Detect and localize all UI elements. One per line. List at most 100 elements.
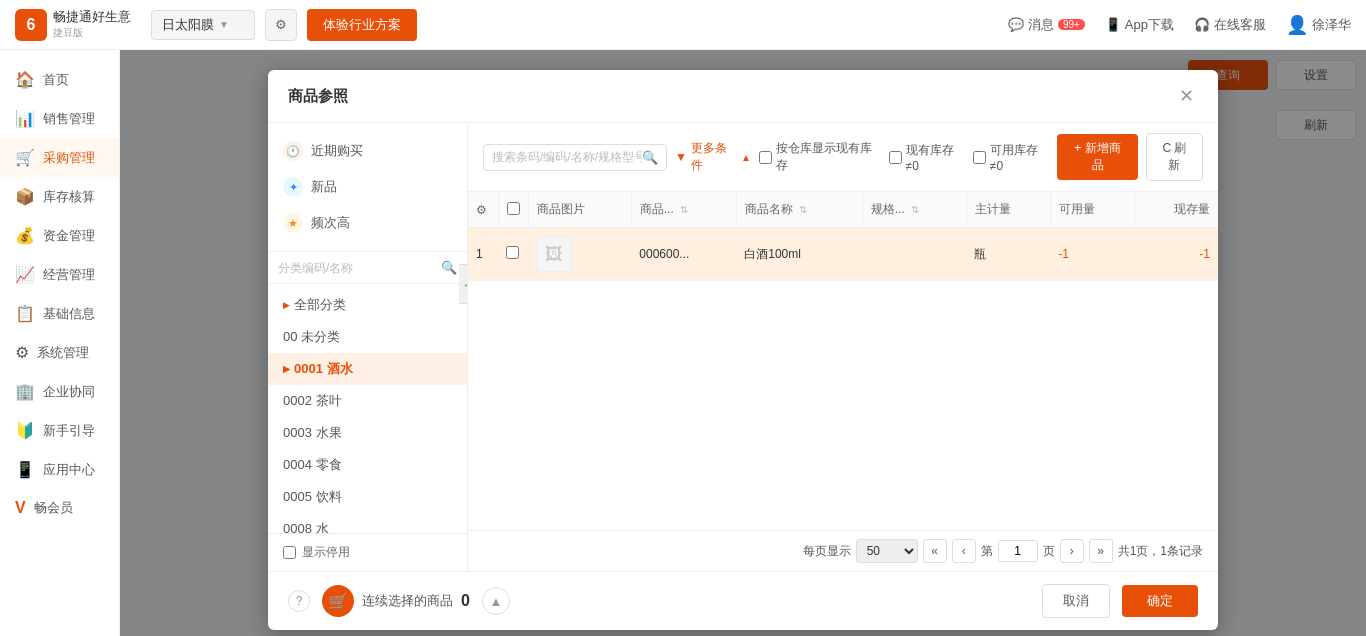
- sidebar: 🏠 首页 📊 销售管理 🛒 采购管理 📦 库存核算 💰 资金管理 📈 经营管理 …: [0, 50, 120, 636]
- category-tea[interactable]: 0002 茶叶: [268, 385, 467, 417]
- category-beverage[interactable]: 0005 饮料: [268, 481, 467, 513]
- new-icon: ✦: [283, 177, 303, 197]
- logo-icon: 6: [15, 9, 47, 41]
- quick-item-frequent[interactable]: ★ 频次高: [268, 205, 467, 241]
- table-row[interactable]: 1 🖼 000600... 白酒100ml: [468, 228, 1218, 281]
- available-nonzero-label: 可用库存≠0: [990, 142, 1049, 173]
- settings-button[interactable]: ⚙: [265, 9, 297, 41]
- message-button[interactable]: 💬 消息 99+: [1008, 16, 1085, 34]
- pagination: 每页显示 50 « ‹ 第 页 › » 共1页，1条记录: [468, 530, 1218, 571]
- category-fruit[interactable]: 0003 水果: [268, 417, 467, 449]
- refresh-button[interactable]: C 刷新: [1146, 133, 1203, 181]
- quick-item-new[interactable]: ✦ 新品: [268, 169, 467, 205]
- nav-right: 💬 消息 99+ 📱 App下载 🎧 在线客服 👤 徐泽华: [1008, 14, 1351, 36]
- show-disabled-checkbox[interactable]: [283, 546, 296, 559]
- category-water[interactable]: 0008 水: [268, 513, 467, 533]
- col-stock[interactable]: 现存量: [1135, 192, 1218, 228]
- stock-nonzero-checkbox[interactable]: [889, 151, 902, 164]
- category-list: 全部分类 00 未分类 0001 酒水 0002 茶叶: [268, 284, 467, 533]
- sort-code-icon[interactable]: ⇅: [680, 204, 688, 215]
- row-stock: -1: [1135, 228, 1218, 281]
- sidebar-label-apps: 应用中心: [43, 461, 95, 479]
- modal-footer: ? 🛒 连续选择的商品 0 ▲ 取消 确定: [268, 571, 1218, 630]
- modal-overlay: 商品参照 ✕ 🕐 近期购买 ✦ 新: [120, 50, 1366, 636]
- trial-button[interactable]: 体验行业方案: [307, 9, 417, 41]
- show-disabled-row: 显示停用: [268, 533, 467, 571]
- sidebar-item-finance[interactable]: 💰 资金管理: [0, 216, 119, 255]
- category-liquor[interactable]: 0001 酒水: [268, 353, 467, 385]
- member-icon: V: [15, 499, 26, 517]
- home-icon: 🏠: [15, 70, 35, 89]
- col-code[interactable]: 商品... ⇅: [631, 192, 736, 228]
- modal-search-bar: 🔍 ▼ 更多条件 ▲ 按仓库显示现有库存: [468, 123, 1218, 192]
- modal-left-panel: 🕐 近期购买 ✦ 新品 ★ 频次高: [268, 123, 468, 571]
- modal-close-button[interactable]: ✕: [1174, 84, 1198, 108]
- category-snacks[interactable]: 0004 零食: [268, 449, 467, 481]
- cart-icon[interactable]: 🛒: [322, 585, 354, 617]
- sidebar-item-home[interactable]: 🏠 首页: [0, 60, 119, 99]
- row-num: 1: [468, 228, 498, 281]
- prev-page-button[interactable]: ‹: [952, 539, 976, 563]
- col-available[interactable]: 可用量: [1050, 192, 1134, 228]
- confirm-button[interactable]: 确定: [1122, 585, 1198, 617]
- category-all[interactable]: 全部分类: [268, 289, 467, 321]
- sidebar-item-guide[interactable]: 🔰 新手引导: [0, 411, 119, 450]
- collapse-panel-button[interactable]: ◀: [459, 264, 468, 304]
- online-service-label: 在线客服: [1214, 16, 1266, 34]
- quick-label-recent: 近期购买: [311, 142, 363, 160]
- sort-name-icon[interactable]: ⇅: [799, 204, 807, 215]
- sidebar-label-member: 畅会员: [34, 499, 73, 517]
- sidebar-item-operations[interactable]: 📈 经营管理: [0, 255, 119, 294]
- row-checkbox[interactable]: [498, 228, 528, 281]
- select-all-checkbox[interactable]: [507, 202, 520, 215]
- message-badge: 99+: [1058, 19, 1085, 30]
- online-service-button[interactable]: 🎧 在线客服: [1194, 16, 1266, 34]
- quick-item-recent[interactable]: 🕐 近期购买: [268, 133, 467, 169]
- operations-icon: 📈: [15, 265, 35, 284]
- sidebar-item-sales[interactable]: 📊 销售管理: [0, 99, 119, 138]
- sidebar-item-enterprise[interactable]: 🏢 企业协同: [0, 372, 119, 411]
- last-page-button[interactable]: »: [1089, 539, 1113, 563]
- sort-spec-icon[interactable]: ⇅: [911, 204, 919, 215]
- cancel-button[interactable]: 取消: [1042, 584, 1110, 618]
- category-beverage-label: 0005 饮料: [283, 488, 342, 506]
- sidebar-item-inventory[interactable]: 📦 库存核算: [0, 177, 119, 216]
- col-checkbox[interactable]: [498, 192, 528, 228]
- product-search-input[interactable]: [492, 150, 642, 164]
- col-settings[interactable]: ⚙: [468, 192, 498, 228]
- available-nonzero-checkbox[interactable]: [973, 151, 986, 164]
- category-uncategorized[interactable]: 00 未分类: [268, 321, 467, 353]
- sidebar-item-basics[interactable]: 📋 基础信息: [0, 294, 119, 333]
- headset-icon: 🎧: [1194, 17, 1210, 32]
- message-icon: 💬: [1008, 17, 1024, 32]
- add-product-button[interactable]: + 新增商品: [1057, 134, 1138, 180]
- first-page-button[interactable]: «: [923, 539, 947, 563]
- category-tea-label: 0002 茶叶: [283, 392, 342, 410]
- sidebar-item-member[interactable]: V 畅会员: [0, 489, 119, 527]
- total-info: 共1页，1条记录: [1118, 543, 1203, 560]
- warehouse-filter-checkbox[interactable]: [759, 151, 772, 164]
- page-size-select[interactable]: 50: [856, 539, 918, 563]
- main-content: 查询 设置 刷新 商品参照 ✕ 🕐: [120, 50, 1366, 636]
- row-select-checkbox[interactable]: [506, 246, 519, 259]
- category-search-icon[interactable]: 🔍: [441, 260, 457, 275]
- more-conditions-button[interactable]: ▼ 更多条件 ▲: [675, 140, 751, 174]
- category-search-input[interactable]: [278, 261, 436, 275]
- col-unit[interactable]: 主计量: [966, 192, 1050, 228]
- user-profile[interactable]: 👤 徐泽华: [1286, 14, 1351, 36]
- next-page-button[interactable]: ›: [1060, 539, 1084, 563]
- app-download-button[interactable]: 📱 App下载: [1105, 16, 1174, 34]
- sidebar-item-purchase[interactable]: 🛒 采购管理: [0, 138, 119, 177]
- col-spec[interactable]: 规格... ⇅: [862, 192, 966, 228]
- store-selector[interactable]: 日太阳膜 ▼: [151, 10, 255, 40]
- sidebar-label-home: 首页: [43, 71, 69, 89]
- collapse-footer-button[interactable]: ▲: [482, 587, 510, 615]
- row-unit: 瓶: [966, 228, 1050, 281]
- help-button[interactable]: ?: [288, 590, 310, 612]
- username: 徐泽华: [1312, 16, 1351, 34]
- col-name[interactable]: 商品名称 ⇅: [736, 192, 862, 228]
- sidebar-item-system[interactable]: ⚙ 系统管理: [0, 333, 119, 372]
- sidebar-item-apps[interactable]: 📱 应用中心: [0, 450, 119, 489]
- quick-label-frequent: 频次高: [311, 214, 350, 232]
- current-page-input[interactable]: [998, 540, 1038, 562]
